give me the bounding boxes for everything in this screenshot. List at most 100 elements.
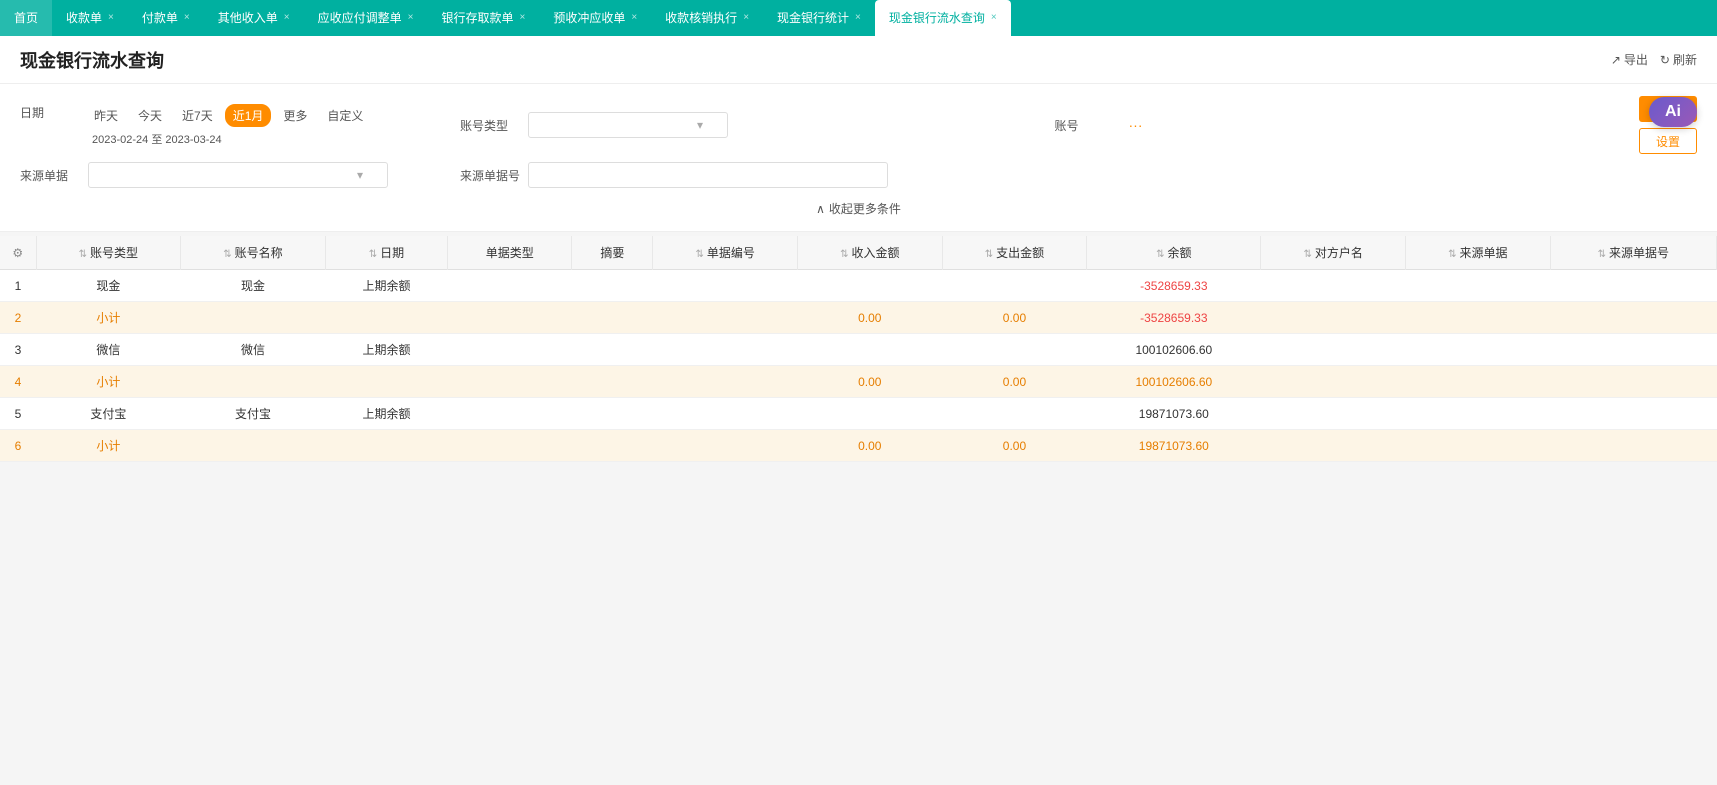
data-table: ⚙ ⇅账号类型 ⇅账号名称 ⇅日期 单据类型 摘要 ⇅单据编号 ⇅收入金额 ⇅支… [0,236,1717,462]
row-source-doc-no [1550,430,1716,462]
close-icon[interactable]: × [631,0,637,36]
row-account-name [181,430,326,462]
refresh-icon: ↻ [1660,53,1670,67]
refresh-button[interactable]: ↻ 刷新 [1660,51,1697,68]
gear-icon[interactable]: ⚙ [12,246,23,260]
nav-bank-deposit[interactable]: 银行存取款单 × [427,0,539,36]
col-income[interactable]: ⇅收入金额 [797,236,942,270]
col-date[interactable]: ⇅日期 [325,236,447,270]
settings-button[interactable]: 设置 [1639,128,1697,154]
date-filter-group: 昨天 今天 近7天 近1月 更多 自定义 2023-02-24 至 2023-0… [86,104,371,147]
account-type-select[interactable]: ▾ [528,112,728,138]
close-icon[interactable]: × [184,0,190,36]
row-doc-type [448,270,572,302]
row-account-name [181,302,326,334]
table-row: 1 现金 现金 上期余额 -3528659.33 [0,270,1717,302]
nav-cash-stats[interactable]: 现金银行统计 × [763,0,875,36]
row-doc-no [653,366,798,398]
row-balance: 100102606.60 [1087,366,1261,398]
col-income-label: 收入金额 [851,246,899,260]
row-expense: 0.00 [942,366,1087,398]
source-doc-select[interactable]: ▾ [88,162,388,188]
header-actions: ↗ 导出 ↻ 刷新 [1611,51,1697,68]
row-account-name: 现金 [181,270,326,302]
gear-column-header[interactable]: ⚙ [0,236,36,270]
row-counterpart [1261,366,1406,398]
account-type-label: 账号类型 [460,117,520,134]
row-account-name: 微信 [181,334,326,366]
row-balance: 19871073.60 [1087,398,1261,430]
row-source-doc-no [1550,398,1716,430]
row-counterpart [1261,302,1406,334]
account-ellipsis-button[interactable]: ··· [1123,117,1149,133]
table-area: ⚙ ⇅账号类型 ⇅账号名称 ⇅日期 单据类型 摘要 ⇅单据编号 ⇅收入金额 ⇅支… [0,236,1717,462]
col-expense[interactable]: ⇅支出金额 [942,236,1087,270]
export-button[interactable]: ↗ 导出 [1611,51,1648,68]
date-btn-1month[interactable]: 近1月 [225,104,272,127]
row-doc-type [448,302,572,334]
date-btn-7days[interactable]: 近7天 [174,104,221,127]
col-account-name[interactable]: ⇅账号名称 [181,236,326,270]
date-label: 日期 [20,104,80,121]
table-row: 2 小计 0.00 0.00 -3528659.33 [0,302,1717,334]
ai-assistant-button[interactable]: Ai [1649,97,1697,127]
nav-cash-stats-label: 现金银行统计 [777,0,849,36]
source-doc-no-input[interactable] [528,162,888,188]
source-doc-label: 来源单据 [20,167,80,184]
row-account-name [181,366,326,398]
date-options-row: 昨天 今天 近7天 近1月 更多 自定义 [86,104,371,127]
col-balance-label: 余额 [1168,246,1192,260]
date-btn-custom[interactable]: 自定义 [319,104,371,127]
nav-payments[interactable]: 付款单 × [128,0,204,36]
close-icon[interactable]: × [519,0,525,36]
close-icon[interactable]: × [743,0,749,36]
date-btn-more[interactable]: 更多 [275,104,315,127]
row-account-name: 支付宝 [181,398,326,430]
row-no: 4 [0,366,36,398]
nav-prepayment[interactable]: 预收冲应收单 × [539,0,651,36]
date-btn-today[interactable]: 今天 [130,104,170,127]
col-balance[interactable]: ⇅余额 [1087,236,1261,270]
row-counterpart [1261,430,1406,462]
close-icon[interactable]: × [855,0,861,36]
row-date [325,302,447,334]
row-summary [572,398,653,430]
collapse-more-bar[interactable]: ∧ 收起更多条件 [20,196,1697,223]
row-income [797,398,942,430]
row-date: 上期余额 [325,270,447,302]
col-counterpart-label: 对方户名 [1315,246,1363,260]
export-label: 导出 [1624,51,1648,68]
row-expense: 0.00 [942,430,1087,462]
row-expense: 0.00 [942,302,1087,334]
col-counterpart[interactable]: ⇅对方户名 [1261,236,1406,270]
close-icon[interactable]: × [408,0,414,36]
col-source-doc-no[interactable]: ⇅来源单据号 [1550,236,1716,270]
row-account-type: 现金 [36,270,181,302]
row-source-doc-no [1550,334,1716,366]
nav-home[interactable]: 首页 [0,0,52,36]
close-icon[interactable]: × [991,0,997,36]
source-doc-no-label: 来源单据号 [460,167,520,184]
nav-cash-flow[interactable]: 现金银行流水查询 × [875,0,1011,36]
row-doc-type [448,398,572,430]
nav-receipts-label: 收款单 [66,0,102,36]
row-date: 上期余额 [325,398,447,430]
col-source-doc[interactable]: ⇅来源单据 [1406,236,1551,270]
filter-row-2: 来源单据 ▾ 来源单据号 [20,162,1697,188]
dropdown-arrow-icon: ▾ [697,118,703,132]
nav-payments-label: 付款单 [142,0,178,36]
nav-receipts[interactable]: 收款单 × [52,0,128,36]
date-btn-yesterday[interactable]: 昨天 [86,104,126,127]
row-account-type: 支付宝 [36,398,181,430]
filter-row-1: 日期 昨天 今天 近7天 近1月 更多 自定义 2023-02-24 至 202… [20,96,1697,154]
col-doc-no[interactable]: ⇅单据编号 [653,236,798,270]
col-doc-no-label: 单据编号 [707,246,755,260]
close-icon[interactable]: × [284,0,290,36]
nav-prepayment-label: 预收冲应收单 [553,0,625,36]
nav-other-income[interactable]: 其他收入单 × [204,0,304,36]
close-icon[interactable]: × [108,0,114,36]
nav-adjustment[interactable]: 应收应付调整单 × [304,0,428,36]
nav-write-off[interactable]: 收款核销执行 × [651,0,763,36]
ai-label: Ai [1665,103,1681,120]
col-account-type[interactable]: ⇅账号类型 [36,236,181,270]
